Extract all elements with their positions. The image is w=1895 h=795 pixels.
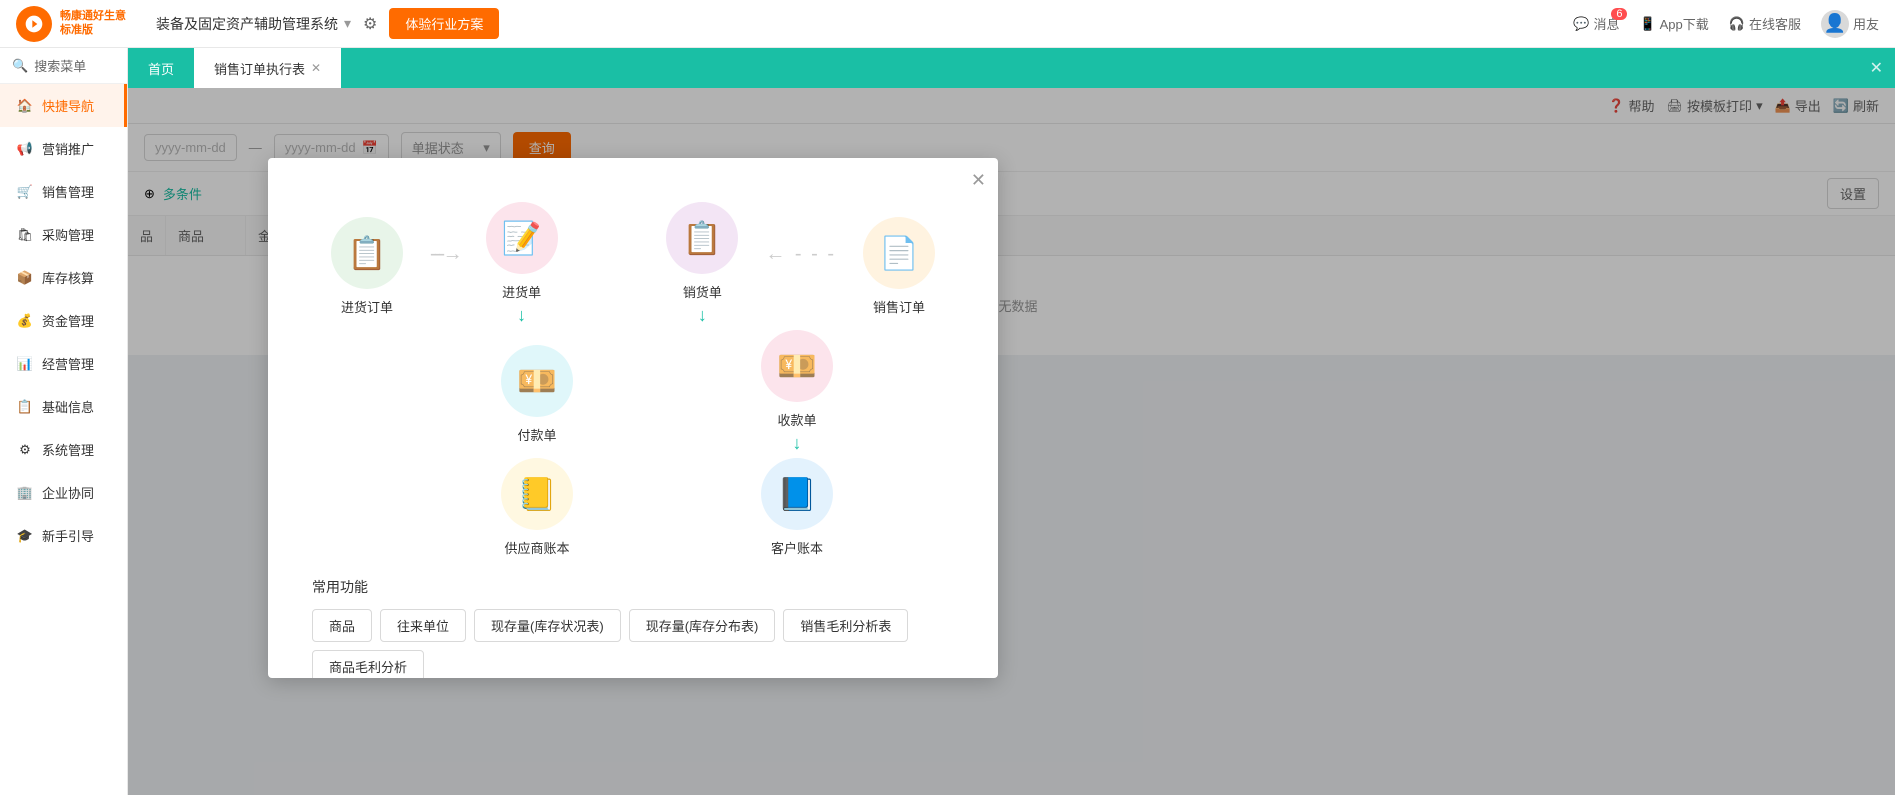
sidebar-item-sales[interactable]: 🛒 销售管理 [0,170,127,213]
flow-node-receipt[interactable]: 💴 收款单 [742,330,852,429]
flow-col-receipt: 💴 收款单 ↓ [742,330,852,458]
user-menu[interactable]: 👤 用友 [1821,10,1879,38]
flow-node-purchase-order[interactable]: 📋 进货订单 [312,217,422,316]
finance-icon: 💰 [16,312,34,330]
arrow-v-2: ↓ [698,305,707,326]
logo-icon [16,6,52,42]
arrow-h-1: - - - → [430,243,459,266]
sidebar-item-operations[interactable]: 📊 经营管理 [0,342,127,385]
top-right: 💬 消息 6 📱 App下载 🎧 在线客服 👤 用友 [1573,10,1879,38]
logo-text: 畅康通好生意 标准版 [60,10,126,36]
sidebar-item-marketing[interactable]: 📢 营销推广 [0,127,127,170]
flow-col-purchase-bill: 📝 进货单 ↓ [467,202,577,330]
home-icon: 🏠 [16,97,34,115]
modal-close-btn[interactable]: ✕ [971,170,986,191]
message-icon: 💬 [1573,16,1589,32]
app-container: 畅康通好生意 标准版 装备及固定资产辅助管理系统 ▾ ⚙ 体验行业方案 💬 消息… [0,0,1895,795]
common-btn-partner[interactable]: 往来单位 [380,609,466,642]
flow-middle-row: 💴 付款单 💴 [292,330,974,458]
sidebar-item-quick-guide[interactable]: 🏠 快捷导航 [0,84,127,127]
online-service-btn[interactable]: 🎧 在线客服 [1729,14,1801,33]
newbie-icon: 🎓 [16,527,34,545]
common-btns-row1: 商品 往来单位 现存量(库存状况表) 现存量(库存分布表) 销售毛利分析表 商品… [312,609,954,678]
sidebar-item-system[interactable]: ⚙ 系统管理 [0,428,127,471]
tab-close-icon[interactable]: ✕ [311,61,321,75]
avatar: 👤 [1821,10,1849,38]
system-title-dropdown[interactable]: ▾ [344,15,351,32]
flow-section: 📋 进货订单 - - - → � [292,182,974,567]
common-btn-product[interactable]: 商品 [312,609,372,642]
logo-area: 畅康通好生意 标准版 [16,6,144,42]
quick-nav-modal: ✕ 📋 进货订单 [268,158,998,678]
tab-bar-close-icon[interactable]: ✕ [1870,58,1883,78]
common-btn-product-profit[interactable]: 商品毛利分析 [312,650,424,678]
search-icon: 🔍 [12,58,28,74]
modal-overlay: ✕ 📋 进货订单 [128,88,1895,795]
app-download-btn[interactable]: 📱 App下载 [1639,14,1708,33]
basic-info-icon: 📋 [16,398,34,416]
flow-node-purchase-bill[interactable]: 📝 进货单 [467,202,577,301]
enterprise-icon: 🏢 [16,484,34,502]
system-title: 装备及固定资产辅助管理系统 ▾ [156,14,351,34]
system-icon: ⚙ [16,441,34,459]
operations-icon: 📊 [16,355,34,373]
flow-node-supplier-account[interactable]: 📒 供应商账本 [482,458,592,557]
settings-icon[interactable]: ⚙ [363,14,377,34]
purchase-icon: 🛍 [16,226,34,244]
sidebar: 🔍 搜索菜单 🏠 快捷导航 📢 营销推广 🛒 销售管理 🛍 采购管理 📦 [0,48,128,795]
tab-bar: 首页 销售订单执行表 ✕ ✕ [128,48,1895,88]
page-content: ❓ 帮助 🖨 按模板打印 ▾ 📤 导出 🔄 刷新 [128,88,1895,795]
download-icon: 📱 [1639,16,1655,32]
sidebar-item-newbie[interactable]: 🎓 新手引导 [0,514,127,557]
sidebar-item-enterprise[interactable]: 🏢 企业协同 [0,471,127,514]
sidebar-item-finance[interactable]: 💰 资金管理 [0,299,127,342]
sidebar-item-inventory[interactable]: 📦 库存核算 [0,256,127,299]
tab-sales-order-exec[interactable]: 销售订单执行表 ✕ [194,48,341,88]
content-area: 首页 销售订单执行表 ✕ ✕ ❓ 帮助 🖨 按 [128,48,1895,795]
flow-node-customer-account[interactable]: 📘 客户账本 [742,458,852,557]
customer-account-icon: 📘 [761,458,833,530]
flow-node-sales-bill[interactable]: 📋 销货单 [647,202,757,301]
common-btn-stock-status[interactable]: 现存量(库存状况表) [474,609,621,642]
trial-btn[interactable]: 体验行业方案 [389,8,499,39]
flow-node-sales-order[interactable]: 📄 销售订单 [844,217,954,316]
flow-col-sales-bill: 📋 销货单 ↓ [647,202,757,330]
flow-node-payment[interactable]: 💴 付款单 [482,345,592,444]
service-icon: 🎧 [1729,16,1745,32]
sales-bill-icon: 📋 [666,202,738,274]
sidebar-item-basic-info[interactable]: 📋 基础信息 [0,385,127,428]
arrow-v-1: ↓ [517,305,526,326]
message-btn[interactable]: 💬 消息 6 [1573,14,1619,33]
tab-home[interactable]: 首页 [128,48,194,88]
sidebar-search[interactable]: 🔍 搜索菜单 [0,48,127,84]
common-btn-sales-profit[interactable]: 销售毛利分析表 [783,609,908,642]
flow-bottom-row: 📒 供应商账本 📘 客户账本 [292,458,974,557]
common-btn-stock-dist[interactable]: 现存量(库存分布表) [629,609,776,642]
common-section-title: 常用功能 [312,577,954,597]
arrow-v-3: ↓ [793,433,802,454]
receipt-icon: 💴 [761,330,833,402]
purchase-bill-icon: 📝 [486,202,558,274]
main-area: 🔍 搜索菜单 🏠 快捷导航 📢 营销推广 🛒 销售管理 🛍 采购管理 📦 [0,48,1895,795]
purchase-order-icon: 📋 [331,217,403,289]
marketing-icon: 📢 [16,140,34,158]
inventory-icon: 📦 [16,269,34,287]
message-badge: 6 [1611,8,1627,20]
payment-icon: 💴 [501,345,573,417]
flow-top-row: 📋 进货订单 - - - → � [292,202,974,330]
sidebar-item-purchase[interactable]: 🛍 采购管理 [0,213,127,256]
sales-order-icon: 📄 [863,217,935,289]
supplier-account-icon: 📒 [501,458,573,530]
common-section: 常用功能 商品 往来单位 现存量(库存状况表) 现存量(库存分布表) 销售毛利分… [292,567,974,678]
sales-icon: 🛒 [16,183,34,201]
top-bar: 畅康通好生意 标准版 装备及固定资产辅助管理系统 ▾ ⚙ 体验行业方案 💬 消息… [0,0,1895,48]
arrow-h-2: ← - - - [765,243,836,266]
